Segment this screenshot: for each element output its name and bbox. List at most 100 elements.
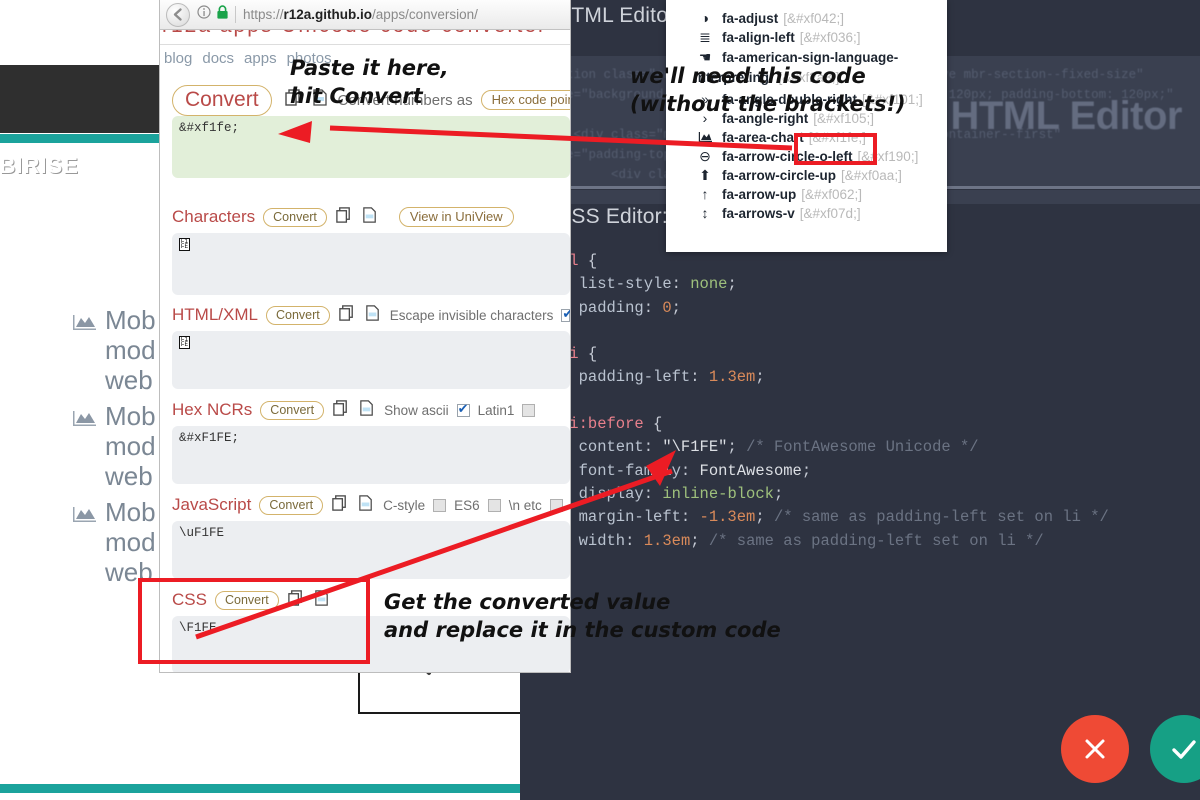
fontawesome-cheatsheet-dropdown[interactable]: ◑ fa-adjust [&#xf042;] ≣ fa-align-left […	[666, 0, 947, 252]
paste-icon[interactable]	[361, 206, 379, 229]
css-editor-code[interactable]: ul { list-style: none; padding: 0; } li …	[560, 250, 1200, 600]
cheatsheet-item[interactable]: ↑ fa-arrow-up [&#xf062;]	[666, 184, 947, 203]
highlight-box-css-output	[138, 578, 370, 664]
newline-etc-checkbox[interactable]	[550, 499, 563, 512]
escape-invisible-checkbox[interactable]	[561, 309, 570, 322]
preview-heading-text: HTML Editor	[950, 94, 1182, 139]
css-token: padding-left	[560, 368, 690, 386]
css-token: :	[644, 438, 663, 456]
es6-label: ES6	[454, 498, 480, 513]
padlock-icon	[216, 5, 229, 25]
close-icon	[1080, 734, 1110, 764]
cheatsheet-item[interactable]: ↕ fa-arrows-v [&#xf07d;]	[666, 203, 947, 222]
cheatsheet-item-code: [&#xf042;]	[783, 11, 844, 26]
input-convert-button[interactable]: Convert	[172, 85, 272, 116]
browser-url-bar[interactable]: https://r12a.github.io/apps/conversion/	[160, 0, 570, 30]
css-token: :	[644, 485, 663, 503]
control-char-glyph: F1FE	[179, 238, 190, 251]
cheatsheet-item-name: fa-arrow-up	[722, 187, 796, 202]
check-icon	[1167, 732, 1200, 766]
control-char-glyph: F1FE	[179, 336, 190, 349]
css-token: 1.3em	[644, 532, 691, 550]
fa-arrow-up-icon: ↑	[694, 186, 716, 202]
css-token: /* same as padding-left set on li */	[774, 508, 1109, 526]
css-token: ;	[727, 438, 746, 456]
url-text[interactable]: https://r12a.github.io/apps/conversion/	[243, 7, 478, 22]
annotation-need-this-code: we'll need this code (without the bracke…	[630, 62, 906, 118]
site-brand-label: MOBIRISE	[0, 153, 79, 179]
css-token: li:before	[560, 415, 653, 433]
cheatsheet-item-code: [&#xf0aa;]	[841, 168, 902, 183]
hex-ncrs-convert-button[interactable]: Convert	[260, 401, 324, 420]
latin1-checkbox[interactable]	[522, 404, 535, 417]
list-item-line-3: web	[105, 461, 156, 491]
back-arrow-icon[interactable]	[166, 3, 190, 27]
fa-area-chart-icon	[694, 129, 716, 145]
newline-etc-label: \n etc	[509, 498, 542, 513]
fa-arrow-circle-o-left-icon: ⊖	[694, 148, 716, 164]
highlight-box-area-chart-code	[794, 133, 877, 165]
copy-icon[interactable]	[338, 304, 356, 327]
html-xml-convert-button[interactable]: Convert	[266, 306, 330, 325]
css-token: -1.3em	[700, 508, 756, 526]
hex-code-points-dropdown[interactable]: Hex code points	[481, 90, 570, 110]
css-token: display	[560, 485, 644, 503]
list-item-line-1: Mob	[105, 497, 156, 527]
css-token: none	[690, 275, 727, 293]
css-token: /* same as padding-left set on li */	[709, 532, 1044, 550]
css-token: ;	[755, 508, 774, 526]
characters-textarea[interactable]: F1FE	[172, 233, 570, 295]
css-token: {	[653, 415, 662, 433]
url-domain: r12a.github.io	[284, 7, 373, 22]
copy-icon[interactable]	[331, 494, 349, 517]
cheatsheet-item[interactable]: ◑ fa-adjust [&#xf042;]	[666, 8, 947, 27]
info-icon[interactable]	[197, 5, 211, 24]
cheatsheet-item-name: fa-arrows-v	[722, 206, 795, 221]
view-in-uniview-button[interactable]: View in UniView	[399, 207, 514, 227]
cheatsheet-item[interactable]: ⬆ fa-arrow-circle-up [&#xf0aa;]	[666, 165, 947, 184]
fa-arrows-v-icon: ↕	[694, 205, 716, 221]
html-editor-label: HTML Editor:	[556, 4, 681, 28]
css-token: content	[560, 438, 644, 456]
css-token: :	[644, 299, 663, 317]
html-xml-textarea[interactable]: F1FE	[172, 331, 570, 389]
nav-item-blog[interactable]: blog	[164, 50, 192, 67]
paste-icon[interactable]	[364, 304, 382, 327]
input-textarea[interactable]: &#xf1fe;	[172, 116, 570, 178]
javascript-convert-button[interactable]: Convert	[259, 496, 323, 515]
c-style-label: C-style	[383, 498, 425, 513]
css-token: :	[672, 275, 691, 293]
copy-icon[interactable]	[332, 399, 350, 422]
cheatsheet-item[interactable]: ≣ fa-align-left [&#xf036;]	[666, 27, 947, 46]
list-item-line-1: Mob	[105, 401, 156, 431]
css-token: ;	[672, 299, 681, 317]
fa-arrow-circle-up-icon: ⬆	[694, 167, 716, 183]
html-xml-title: HTML/XML	[172, 305, 258, 325]
copy-icon[interactable]	[335, 206, 353, 229]
c-style-checkbox[interactable]	[433, 499, 446, 512]
characters-convert-button[interactable]: Convert	[263, 208, 327, 227]
paste-icon[interactable]	[358, 399, 376, 422]
cheatsheet-item-name: fa-align-left	[722, 30, 795, 45]
css-token: 0	[662, 299, 671, 317]
list-item-line-3: web	[105, 365, 156, 395]
list-item-line-2: mod	[105, 431, 156, 461]
hex-ncrs-textarea[interactable]: &#xF1FE;	[172, 426, 570, 484]
css-token: FontAwesome	[700, 462, 802, 480]
paste-icon[interactable]	[357, 494, 375, 517]
css-token: /* FontAwesome Unicode */	[746, 438, 979, 456]
css-token: {	[588, 345, 597, 363]
css-token: {	[588, 252, 597, 270]
area-chart-icon	[72, 505, 98, 525]
css-token: inline-block	[662, 485, 774, 503]
list-item-line-2: mod	[105, 335, 156, 365]
show-ascii-checkbox[interactable]	[457, 404, 470, 417]
javascript-textarea[interactable]: \uF1FE	[172, 521, 570, 579]
css-token: :	[681, 508, 700, 526]
nav-item-docs[interactable]: docs	[202, 50, 234, 67]
es6-checkbox[interactable]	[488, 499, 501, 512]
section-javascript: JavaScript Convert C-style ES6	[172, 493, 570, 579]
cancel-button[interactable]	[1061, 715, 1129, 783]
javascript-title: JavaScript	[172, 495, 251, 515]
nav-item-apps[interactable]: apps	[244, 50, 277, 67]
